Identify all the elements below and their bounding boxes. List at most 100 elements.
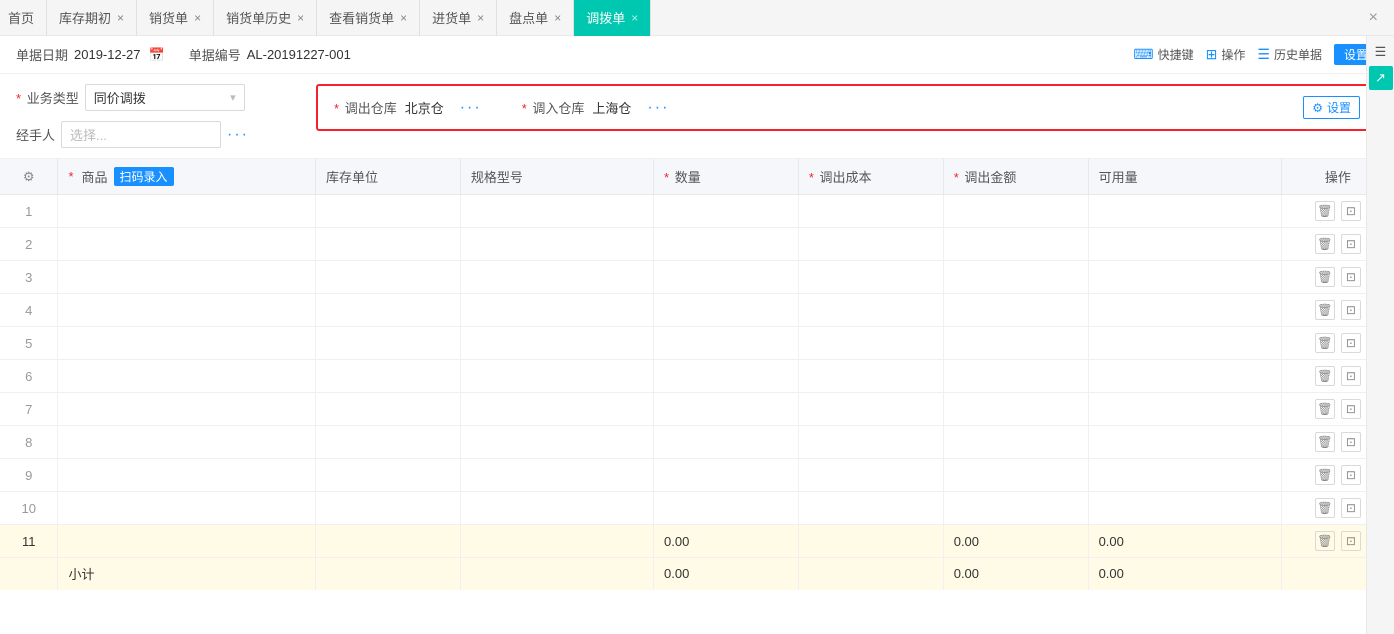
row-delete-icon[interactable]: 🗑 [1315, 366, 1335, 386]
cost-cell[interactable] [798, 228, 943, 261]
tab-sales-close[interactable]: × [194, 11, 201, 25]
qty-cell[interactable] [654, 327, 799, 360]
row-copy-icon[interactable]: ⊡ [1341, 465, 1361, 485]
calendar-icon[interactable]: 📅 [149, 47, 165, 63]
qty-cell[interactable] [654, 426, 799, 459]
row-copy-icon[interactable]: ⊡ [1341, 399, 1361, 419]
cost-cell[interactable] [798, 261, 943, 294]
s4 [798, 558, 943, 590]
row-delete-icon[interactable]: 🗑 [1315, 531, 1335, 551]
tab-view-sales-close[interactable]: × [400, 11, 407, 25]
tab-purchase[interactable]: 进货单 × [420, 0, 497, 36]
operator-select[interactable]: 选择... [61, 121, 221, 148]
in-warehouse-label: * 调入仓库 [522, 98, 585, 117]
cost-cell[interactable] [798, 393, 943, 426]
out-warehouse-more-icon[interactable]: ··· [460, 99, 482, 117]
history-button[interactable]: ☰ 历史单据 [1257, 46, 1322, 63]
tab-stock-init-close[interactable]: × [117, 11, 124, 25]
tab-transfer[interactable]: 调拨单 × [574, 0, 651, 36]
qty-cell[interactable] [654, 360, 799, 393]
qty-cell[interactable] [654, 393, 799, 426]
tab-stock-check-close[interactable]: × [554, 11, 561, 25]
tab-sales-history-close[interactable]: × [297, 11, 304, 25]
amount-cell [943, 327, 1088, 360]
tab-stock-init[interactable]: 库存期初 × [47, 0, 137, 36]
out-warehouse-label: * 调出仓库 [334, 98, 397, 117]
form-left: * 业务类型 同价调拨 ▾ 经手人 选择... ··· [16, 84, 296, 148]
row-delete-icon[interactable]: 🗑 [1315, 333, 1335, 353]
row-delete-icon[interactable]: 🗑 [1315, 300, 1335, 320]
gear-icon[interactable]: ⚙ [23, 169, 35, 184]
tab-purchase-close[interactable]: × [477, 11, 484, 25]
cost-cell[interactable] [798, 492, 943, 525]
table-body: 1 🗑 ⊡ 2 🗑 [0, 195, 1394, 590]
product-cell[interactable] [58, 195, 316, 228]
tab-stock-check[interactable]: 盘点单 × [497, 0, 574, 36]
cost-cell[interactable] [798, 195, 943, 228]
shortcut-button[interactable]: ⌨ 快捷键 [1133, 46, 1193, 63]
sidebar-list-button[interactable]: ☰ [1369, 40, 1393, 64]
qty-cell[interactable] [654, 492, 799, 525]
row-copy-icon[interactable]: ⊡ [1341, 267, 1361, 287]
th-amount: * 调出金额 [943, 159, 1088, 195]
row-delete-icon[interactable]: 🗑 [1315, 465, 1335, 485]
row-delete-icon[interactable]: 🗑 [1315, 234, 1335, 254]
row-copy-icon[interactable]: ⊡ [1341, 300, 1361, 320]
row-delete-icon[interactable]: 🗑 [1315, 267, 1335, 287]
sidebar-export-button[interactable]: ↗ [1369, 66, 1393, 90]
biz-type-select[interactable]: 同价调拨 ▾ [85, 84, 245, 111]
amount-cell [943, 360, 1088, 393]
unit-cell [315, 459, 460, 492]
in-warehouse-more-icon[interactable]: ··· [647, 99, 669, 117]
amount-cell [943, 294, 1088, 327]
window-close-button[interactable]: × [1361, 9, 1386, 27]
cost-cell[interactable] [798, 360, 943, 393]
product-cell[interactable] [58, 228, 316, 261]
tab-home[interactable]: 首页 [8, 0, 47, 36]
unit-cell [315, 228, 460, 261]
tab-sales-history[interactable]: 销货单历史 × [214, 0, 317, 36]
qty-cell[interactable] [654, 195, 799, 228]
cost-cell[interactable] [798, 327, 943, 360]
product-cell[interactable] [58, 294, 316, 327]
product-cell[interactable] [58, 393, 316, 426]
row-copy-icon[interactable]: ⊡ [1341, 498, 1361, 518]
tab-sales[interactable]: 销货单 × [137, 0, 214, 36]
row-copy-icon[interactable]: ⊡ [1341, 333, 1361, 353]
row-copy-icon[interactable]: ⊡ [1341, 531, 1361, 551]
unit-cell [315, 492, 460, 525]
row-delete-icon[interactable]: 🗑 [1315, 201, 1335, 221]
header-actions: ⌨ 快捷键 ⊞ 操作 ☰ 历史单据 设置 [1133, 44, 1378, 65]
row-copy-icon[interactable]: ⊡ [1341, 366, 1361, 386]
row-copy-icon[interactable]: ⊡ [1341, 201, 1361, 221]
qty-cell[interactable] [654, 261, 799, 294]
qty-cell[interactable] [654, 228, 799, 261]
right-sidebar: ☰ ↗ [1366, 36, 1394, 634]
row-copy-icon[interactable]: ⊡ [1341, 432, 1361, 452]
cost-cell[interactable] [798, 294, 943, 327]
row-delete-icon[interactable]: 🗑 [1315, 432, 1335, 452]
amount-cell [943, 426, 1088, 459]
tab-view-sales[interactable]: 查看销货单 × [317, 0, 420, 36]
row-copy-icon[interactable]: ⊡ [1341, 234, 1361, 254]
product-cell[interactable] [58, 360, 316, 393]
product-cell[interactable] [58, 261, 316, 294]
operation-button[interactable]: ⊞ 操作 [1206, 46, 1246, 63]
row-delete-icon[interactable]: 🗑 [1315, 498, 1335, 518]
doc-date-label: 单据日期 [16, 45, 68, 64]
tab-transfer-close[interactable]: × [631, 11, 638, 25]
scan-input-button[interactable]: 扫码录入 [114, 167, 174, 186]
product-cell[interactable] [58, 426, 316, 459]
cost-cell[interactable] [798, 459, 943, 492]
th-gear: ⚙ [0, 159, 58, 195]
th-unit: 库存单位 [315, 159, 460, 195]
product-cell[interactable] [58, 327, 316, 360]
cost-cell[interactable] [798, 426, 943, 459]
product-cell[interactable] [58, 492, 316, 525]
qty-cell[interactable] [654, 459, 799, 492]
row-delete-icon[interactable]: 🗑 [1315, 399, 1335, 419]
operator-more-icon[interactable]: ··· [227, 126, 249, 144]
product-cell[interactable] [58, 459, 316, 492]
qty-cell[interactable] [654, 294, 799, 327]
warehouse-settings-button[interactable]: ⚙ 设置 [1303, 96, 1360, 119]
